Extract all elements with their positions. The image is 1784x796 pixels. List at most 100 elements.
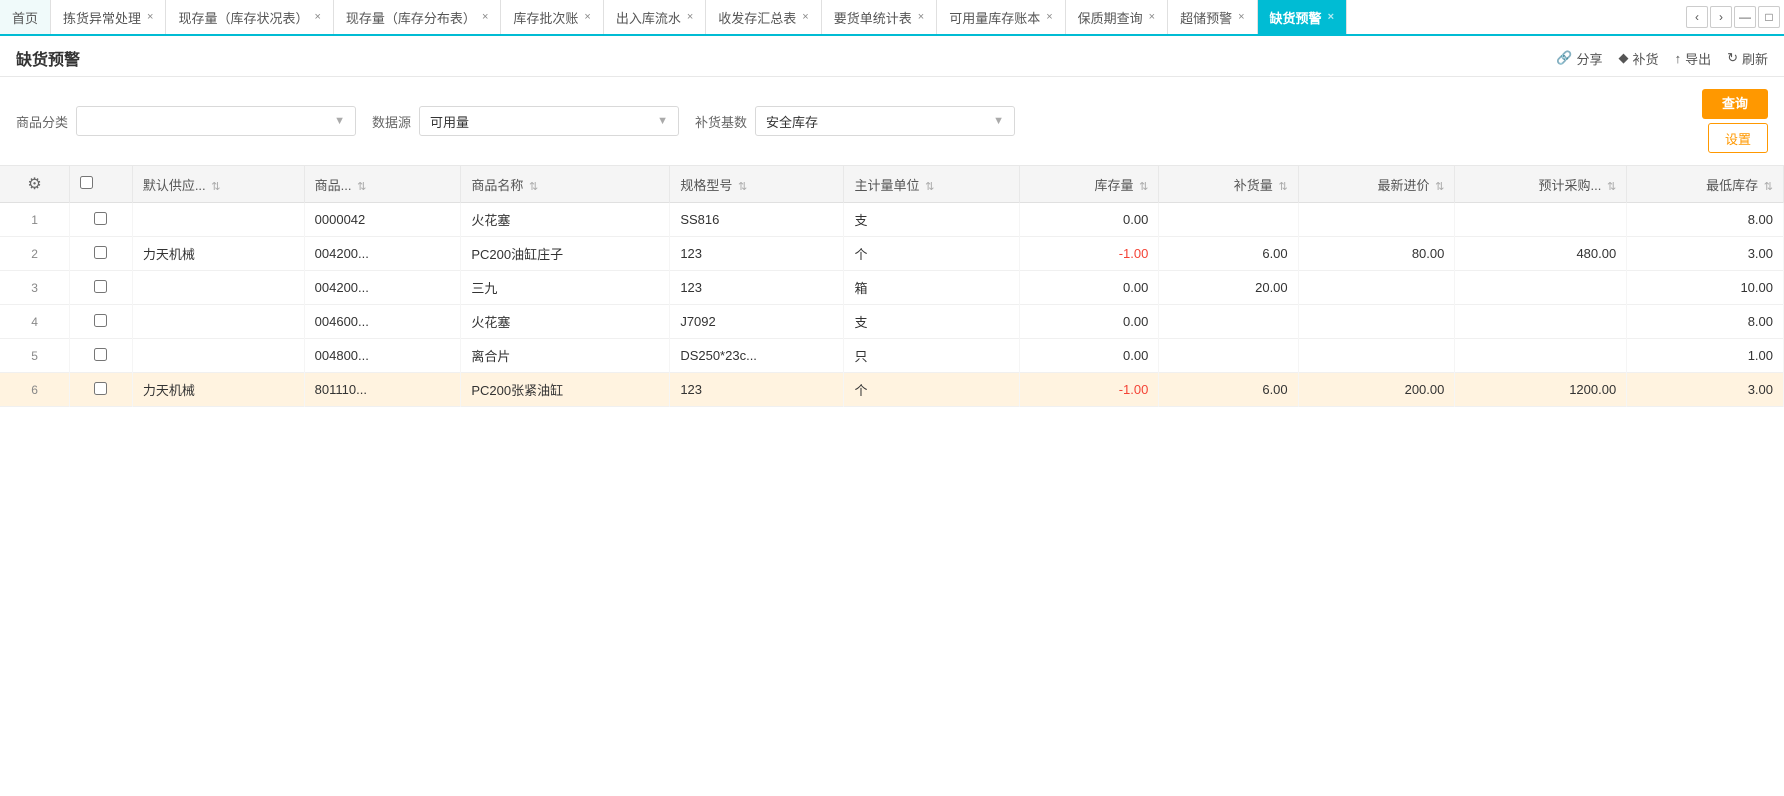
row-stock: 0.00 (1020, 339, 1159, 373)
tab-req-close[interactable]: × (918, 11, 924, 23)
tab-avail[interactable]: 可用量库存账本 × (937, 0, 1065, 34)
row-latest-price (1298, 271, 1455, 305)
row-name: 火花塞 (461, 305, 670, 339)
tab-batch[interactable]: 库存批次账 × (501, 0, 603, 34)
row-checkbox[interactable] (94, 280, 107, 293)
row-latest-price: 80.00 (1298, 237, 1455, 271)
tab-batch-close[interactable]: × (584, 11, 590, 23)
datasource-select[interactable]: 可用量 ▼ (419, 106, 679, 136)
row-checkbox[interactable] (94, 348, 107, 361)
th-plan-label: 预计采购... (1539, 178, 1602, 193)
window-minimize-btn[interactable]: — (1734, 6, 1756, 28)
th-price[interactable]: 最新进价 ⇅ (1298, 166, 1455, 203)
row-code: 0000042 (304, 203, 461, 237)
th-code[interactable]: 商品... ⇅ (304, 166, 461, 203)
row-number: 6 (31, 383, 38, 397)
window-maximize-btn[interactable]: □ (1758, 6, 1780, 28)
row-latest-price (1298, 339, 1455, 373)
replenish-base-value: 安全库存 (766, 112, 818, 131)
row-replenish-qty (1159, 339, 1298, 373)
row-unit: 个 (844, 237, 1020, 271)
th-check[interactable] (70, 166, 133, 203)
tab-stock-status[interactable]: 现存量（库存状况表） × (166, 0, 333, 34)
tab-req[interactable]: 要货单统计表 × (822, 0, 937, 34)
row-checkbox[interactable] (94, 314, 107, 327)
replenish-base-select[interactable]: 安全库存 ▼ (755, 106, 1015, 136)
th-plan[interactable]: 预计采购... ⇅ (1455, 166, 1627, 203)
th-name[interactable]: 商品名称 ⇅ (461, 166, 670, 203)
tab-recv[interactable]: 收发存汇总表 × (706, 0, 821, 34)
row-min-stock: 8.00 (1627, 203, 1784, 237)
unit-sort-icon: ⇅ (925, 181, 934, 193)
tab-stock-dist[interactable]: 现存量（库存分布表） × (334, 0, 501, 34)
row-supplier (132, 339, 304, 373)
tab-overstock-close[interactable]: × (1238, 11, 1244, 23)
th-replenish[interactable]: 补货量 ⇅ (1159, 166, 1298, 203)
th-price-label: 最新进价 (1378, 178, 1430, 193)
replenish-base-filter-group: 补货基数 安全库存 ▼ (695, 106, 1015, 136)
row-unit: 箱 (844, 271, 1020, 305)
row-plan-purchase (1455, 271, 1627, 305)
row-num-cell: 4 (0, 305, 70, 339)
name-sort-icon: ⇅ (529, 181, 538, 193)
row-stock: 0.00 (1020, 271, 1159, 305)
tab-stock-dist-label: 现存量（库存分布表） (346, 8, 476, 27)
th-unit[interactable]: 主计量单位 ⇅ (844, 166, 1020, 203)
row-plan-purchase: 480.00 (1455, 237, 1627, 271)
gear-button[interactable]: ⚙ (27, 174, 41, 194)
category-select[interactable]: ▼ (76, 106, 356, 136)
tab-next-btn[interactable]: › (1710, 6, 1732, 28)
tab-overstock[interactable]: 超储预警 × (1168, 0, 1257, 34)
refresh-action[interactable]: ↻ 刷新 (1727, 49, 1768, 68)
row-check-cell[interactable] (70, 373, 133, 407)
refresh-icon: ↻ (1727, 50, 1738, 66)
settings-button[interactable]: 设置 (1708, 123, 1768, 153)
tab-abnormal[interactable]: 拣货异常处理 × (51, 0, 166, 34)
replenish-action[interactable]: ◆ 补货 (1619, 49, 1659, 68)
row-num-cell: 2 (0, 237, 70, 271)
row-checkbox[interactable] (94, 246, 107, 259)
select-all-checkbox[interactable] (80, 176, 93, 189)
row-stock: -1.00 (1020, 373, 1159, 407)
table-row: 6力天机械801110...PC200张紧油缸123个-1.006.00200.… (0, 373, 1784, 407)
th-spec[interactable]: 规格型号 ⇅ (670, 166, 844, 203)
row-check-cell[interactable] (70, 305, 133, 339)
row-check-cell[interactable] (70, 237, 133, 271)
datasource-arrow-icon: ▼ (657, 115, 668, 127)
tab-stock-dist-close[interactable]: × (482, 11, 488, 23)
row-check-cell[interactable] (70, 203, 133, 237)
share-action[interactable]: 🔗 分享 (1556, 49, 1602, 68)
query-button[interactable]: 查询 (1702, 89, 1768, 119)
row-number: 5 (31, 349, 38, 363)
th-supplier-label: 默认供应... (143, 178, 206, 193)
tab-shortage-close[interactable]: × (1328, 11, 1334, 23)
row-check-cell[interactable] (70, 271, 133, 305)
page-content: 缺货预警 🔗 分享 ◆ 补货 ↑ 导出 ↻ 刷新 商品分类 (0, 36, 1784, 796)
tab-inout[interactable]: 出入库流水 × (604, 0, 706, 34)
tab-abnormal-close[interactable]: × (147, 11, 153, 23)
row-checkbox[interactable] (94, 382, 107, 395)
export-action[interactable]: ↑ 导出 (1675, 49, 1712, 68)
row-min-stock: 8.00 (1627, 305, 1784, 339)
datasource-value: 可用量 (430, 112, 469, 131)
th-minstock[interactable]: 最低库存 ⇅ (1627, 166, 1784, 203)
th-stock[interactable]: 库存量 ⇅ (1020, 166, 1159, 203)
tab-expiry-close[interactable]: × (1149, 11, 1155, 23)
th-gear[interactable]: ⚙ (0, 166, 70, 203)
tab-inout-close[interactable]: × (687, 11, 693, 23)
spec-sort-icon: ⇅ (738, 181, 747, 193)
tab-home[interactable]: 首页 (0, 0, 51, 34)
tab-stock-status-close[interactable]: × (314, 11, 320, 23)
row-name: 火花塞 (461, 203, 670, 237)
th-supplier[interactable]: 默认供应... ⇅ (132, 166, 304, 203)
row-stock: -1.00 (1020, 237, 1159, 271)
tab-shortage[interactable]: 缺货预警 × (1258, 0, 1347, 34)
row-supplier (132, 305, 304, 339)
tab-prev-btn[interactable]: ‹ (1686, 6, 1708, 28)
tab-avail-close[interactable]: × (1046, 11, 1052, 23)
table-body: 10000042火花塞SS816支0.008.002力天机械004200...P… (0, 203, 1784, 407)
row-check-cell[interactable] (70, 339, 133, 373)
tab-expiry[interactable]: 保质期查询 × (1066, 0, 1168, 34)
row-checkbox[interactable] (94, 212, 107, 225)
tab-recv-close[interactable]: × (802, 11, 808, 23)
